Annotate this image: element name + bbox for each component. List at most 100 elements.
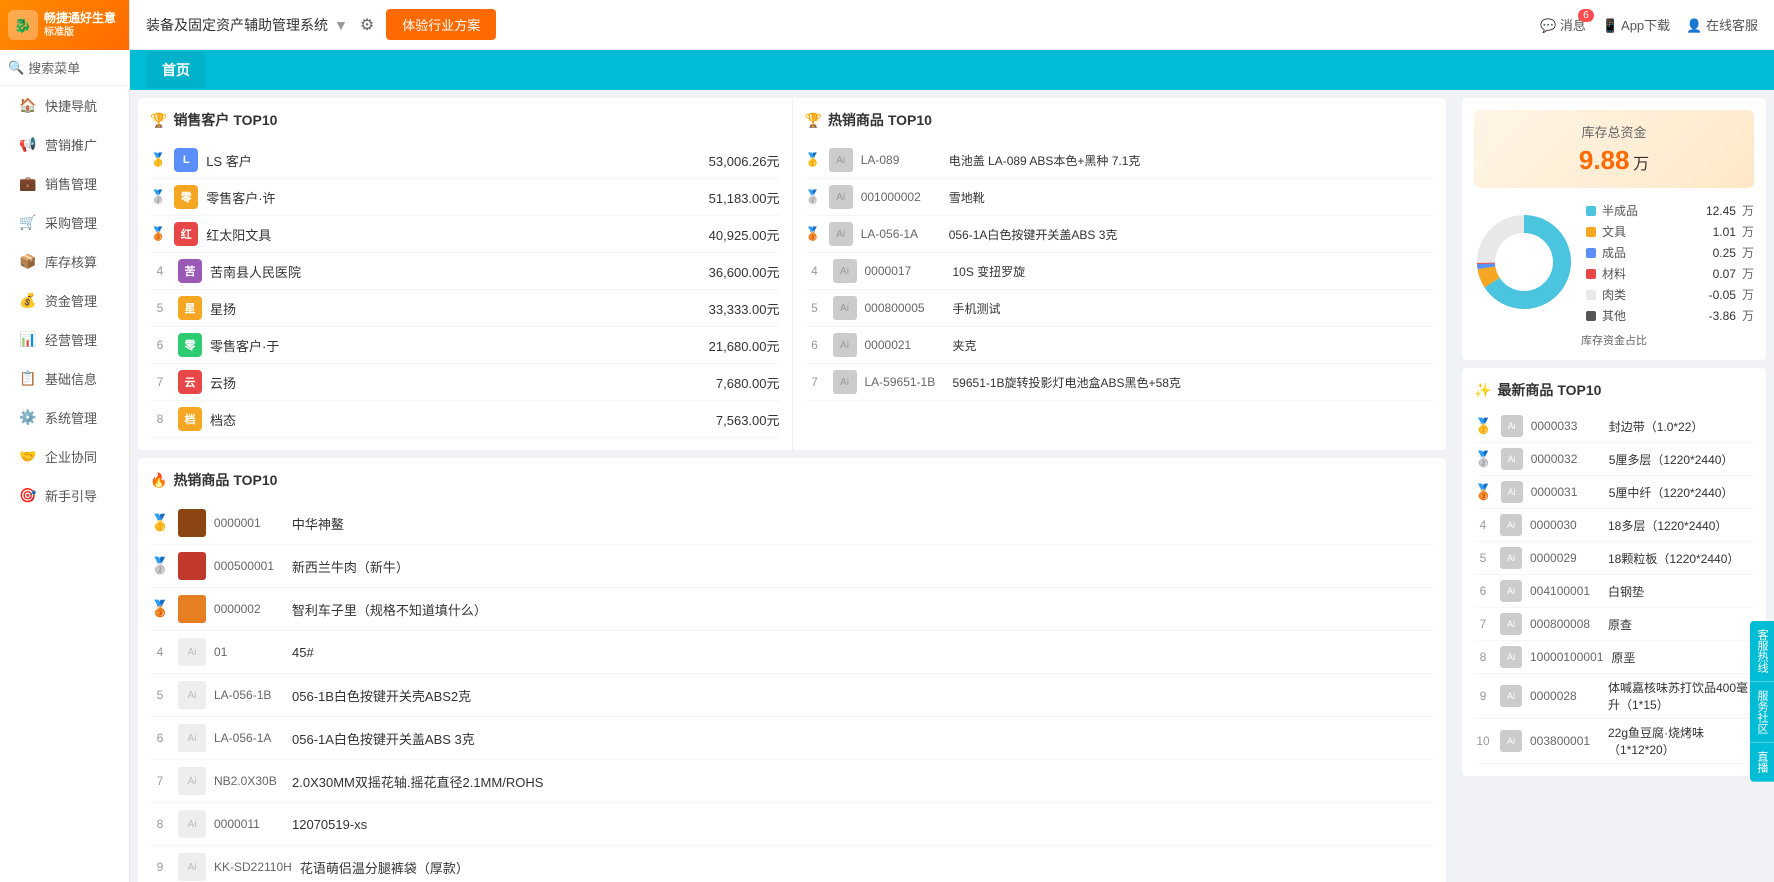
- hot-product-name: 2.0X30MM双摇花轴.摇花直径2.1MM/ROHS: [292, 772, 1434, 791]
- legend-item: 肉类 -0.05 万: [1586, 284, 1754, 305]
- customer-avatar: 苦: [178, 259, 202, 283]
- topbar: 装备及固定资产辅助管理系统 ▼ ⚙ 体验行业方案 💬 消息 6 📱 App下载 …: [130, 0, 1774, 50]
- product-name: 59651-1B旋转投影灯电池盒ABS黑色+58克: [953, 374, 1435, 391]
- trial-button[interactable]: 体验行业方案: [386, 9, 496, 40]
- inventory-value: 9.88: [1579, 145, 1630, 175]
- sidebar-icon-10: 🎯: [19, 487, 37, 504]
- product-thumb: Ai: [829, 222, 853, 246]
- legend-unit: 万: [1742, 244, 1754, 261]
- hot-product-row: 6 Ai LA-056-1A 056-1A白色按键开关盖ABS 3克: [150, 717, 1434, 760]
- new-product-icon: Ai: [1501, 481, 1523, 503]
- new-product-row: 6 Ai 004100001 白钢垫: [1474, 575, 1754, 608]
- medal-icon: 🥇: [150, 152, 166, 168]
- donut-chart-container: [1474, 212, 1574, 315]
- product-medal-icon: 🥉: [805, 226, 821, 242]
- sidebar-label-5: 资金管理: [45, 291, 97, 310]
- message-badge: 6: [1578, 9, 1594, 22]
- legend-dot: [1586, 206, 1596, 216]
- new-product-icon: Ai: [1500, 613, 1522, 635]
- message-icon: 💬: [1540, 18, 1556, 33]
- float-btn-live[interactable]: 直播: [1750, 743, 1774, 782]
- hot-product-row: 7 Ai NB2.0X30B 2.0X30MM双摇花轴.摇花直径2.1MM/RO…: [150, 760, 1434, 803]
- legend-item: 文具 1.01 万: [1586, 221, 1754, 242]
- hot-product-code: 01: [214, 645, 284, 659]
- app-download-label: App下载: [1621, 18, 1670, 33]
- sidebar-label-10: 新手引导: [45, 486, 97, 505]
- product-code: LA-056-1A: [861, 227, 941, 241]
- online-service-button[interactable]: 👤 在线客服: [1686, 15, 1758, 34]
- sidebar-item-5[interactable]: 💰资金管理: [0, 281, 129, 320]
- sidebar-label-4: 库存核算: [45, 252, 97, 271]
- new-product-icon: Ai: [1500, 646, 1522, 668]
- message-button[interactable]: 💬 消息 6: [1540, 15, 1586, 34]
- new-product-code: 0000028: [1530, 689, 1600, 703]
- new-product-code: 0000029: [1530, 551, 1600, 565]
- hot-product-code: LA-056-1A: [214, 731, 284, 745]
- sidebar-icon-1: 📢: [19, 136, 37, 153]
- new-product-name: 22g鱼豆腐·烧烤味（1*12*20）: [1608, 724, 1754, 758]
- hot-products-list: 🥇 0000001 中华神鳌 🥈 000500001 新西兰牛肉（新牛） 🥉 0…: [150, 502, 1434, 882]
- sidebar-item-8[interactable]: ⚙️系统管理: [0, 398, 129, 437]
- dropdown-arrow-icon[interactable]: ▼: [334, 17, 348, 33]
- sidebar-item-10[interactable]: 🎯 新手引导: [0, 476, 129, 515]
- new-rank-num: 9: [1474, 689, 1492, 703]
- top-product-rank-row: 🥈 Ai 001000002 雪地靴: [805, 179, 1435, 216]
- sidebar-icon-0: 🏠: [19, 97, 37, 114]
- float-btn-service[interactable]: 客服热线: [1750, 621, 1774, 682]
- app-download-button[interactable]: 📱 App下载: [1602, 15, 1670, 34]
- floating-buttons: 客服热线 服务社区 直播: [1750, 621, 1774, 782]
- hot-product-row: 5 Ai LA-056-1B 056-1B白色按键开关壳ABS2克: [150, 674, 1434, 717]
- sidebar-item-7[interactable]: 📋基础信息: [0, 359, 129, 398]
- customer-rank-row: 6 零 零售客户·于 21,680.00元: [150, 327, 780, 364]
- new-products-title: ✨ 最新商品 TOP10: [1474, 380, 1754, 400]
- sidebar-label-3: 采购管理: [45, 213, 97, 232]
- sidebar-icon-4: 📦: [19, 253, 37, 270]
- sidebar-item-6[interactable]: 📊经营管理: [0, 320, 129, 359]
- tab-home[interactable]: 首页: [146, 52, 206, 88]
- top-rankings-container: 🏆 销售客户 TOP10 🥇 L LS 客户 53,006.26元 🥈 零 零售…: [138, 98, 1446, 450]
- legend-unit: 万: [1742, 265, 1754, 282]
- sidebar-item-9[interactable]: 🤝企业协同: [0, 437, 129, 476]
- top-product-rank-row: 4 Ai 0000017 10S 变扭罗旋: [805, 253, 1435, 290]
- product-name: 056-1A白色按键开关盖ABS 3克: [949, 226, 1434, 243]
- top-product-rank-row: 5 Ai 000800005 手机测试: [805, 290, 1435, 327]
- sidebar-label-1: 营销推广: [45, 135, 97, 154]
- sidebar-item-3[interactable]: 🛒采购管理: [0, 203, 129, 242]
- sidebar-item-0[interactable]: 🏠 快捷导航: [0, 86, 129, 125]
- sidebar-label-6: 经营管理: [45, 330, 97, 349]
- product-name: 10S 变扭罗旋: [953, 263, 1435, 280]
- customer-amount: 33,333.00元: [709, 299, 780, 318]
- new-product-code: 0000032: [1531, 452, 1601, 466]
- sidebar-item-1[interactable]: 📢 营销推广: [0, 125, 129, 164]
- new-product-icon: Ai: [1501, 415, 1523, 437]
- hot-product-name: 花语萌侣温分腿裤袋（厚款）: [300, 858, 1434, 877]
- sidebar-search[interactable]: 🔍 搜索菜单: [0, 50, 129, 86]
- legend-value: -0.05: [1709, 288, 1736, 302]
- legend-dot: [1586, 227, 1596, 237]
- medal-icon: 🥈: [150, 189, 166, 205]
- legend-dot: [1586, 248, 1596, 258]
- sidebar-label-0: 快捷导航: [45, 96, 97, 115]
- hot-products-panel: 🔥 热销商品 TOP10 🥇 0000001 中华神鳌 🥈 000500001 …: [138, 458, 1446, 882]
- sidebar-item-2[interactable]: 💼销售管理: [0, 164, 129, 203]
- product-thumb-placeholder: Ai: [178, 638, 206, 666]
- customer-name: 星扬: [210, 299, 701, 318]
- settings-icon[interactable]: ⚙: [360, 15, 374, 35]
- customer-rank-row: 🥈 零 零售客户·许 51,183.00元: [150, 179, 780, 216]
- new-medal-icon: 🥈: [1474, 450, 1493, 468]
- customer-avatar: 云: [178, 370, 202, 394]
- sidebar-label-9: 企业协同: [45, 447, 97, 466]
- legend-item: 成品 0.25 万: [1586, 242, 1754, 263]
- sidebar-item-4[interactable]: 📦 库存核算: [0, 242, 129, 281]
- new-product-name: 白钢垫: [1608, 583, 1754, 600]
- customer-avatar: 星: [178, 296, 202, 320]
- inventory-unit: 万: [1633, 156, 1649, 173]
- medal-icon: 🥉: [150, 226, 166, 242]
- product-thumb: Ai: [829, 185, 853, 209]
- product-thumb-placeholder: Ai: [178, 681, 206, 709]
- product-medal-icon: 🥈: [805, 189, 821, 205]
- logo-line2: 标准版: [44, 26, 116, 39]
- customer-rank-row: 🥉 红 红太阳文具 40,925.00元: [150, 216, 780, 253]
- float-btn-community[interactable]: 服务社区: [1750, 682, 1774, 743]
- new-product-row: 🥇 Ai 0000033 封边带（1.0*22）: [1474, 410, 1754, 443]
